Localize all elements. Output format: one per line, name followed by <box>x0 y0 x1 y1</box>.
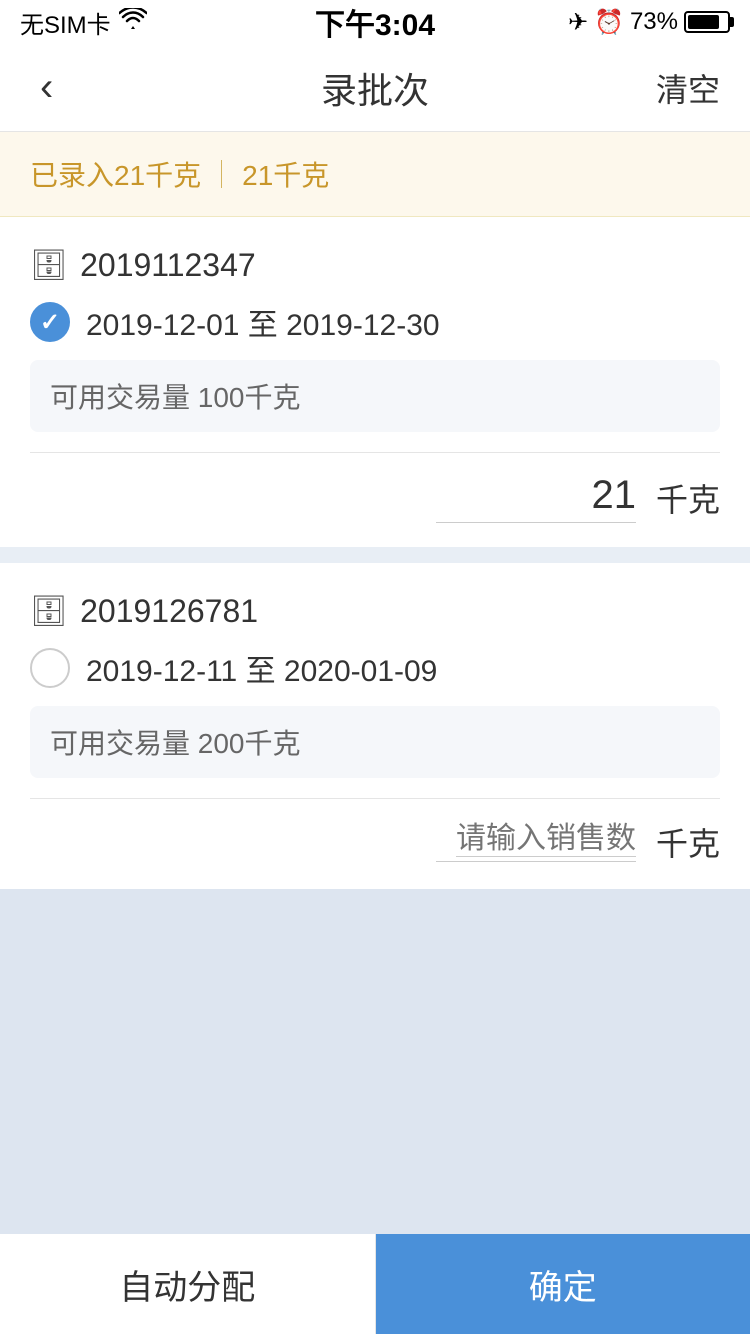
batch-1-date: 2019-12-01 至 2019-12-30 <box>86 300 440 344</box>
batch-1-input-wrapper <box>436 473 636 523</box>
location-icon: ✈ <box>568 8 588 37</box>
recorded-label: 已录入21千克 <box>30 154 201 194</box>
batch-2-id: 2019126781 <box>80 593 258 630</box>
batch-2-unit: 千克 <box>656 819 720 865</box>
batch-1-amount-row: 千克 <box>30 452 720 547</box>
batch-1-icon: 🗄 <box>30 248 68 283</box>
status-bar-left: 无SIM卡 <box>20 5 147 40</box>
bottom-bar: 自动分配 确定 <box>0 1234 750 1334</box>
batch-1-available: 可用交易量 100千克 <box>30 360 720 432</box>
batch-1-date-row: 2019-12-01 至 2019-12-30 <box>30 300 720 344</box>
batch-2-item: 🗄 2019126781 2019-12-11 至 2020-01-09 可用交… <box>0 563 750 889</box>
batch-1-item: 🗄 2019112347 2019-12-01 至 2019-12-30 可用交… <box>0 217 750 547</box>
batch-1-radio[interactable] <box>30 302 70 342</box>
status-bar-time: 下午3:04 <box>315 0 435 44</box>
main-content: 已录入21千克 21千克 🗄 2019112347 2019-12-01 至 2… <box>0 132 750 1269</box>
batch-2-date: 2019-12-11 至 2020-01-09 <box>86 646 437 690</box>
recorded-value: 21千克 <box>242 154 329 194</box>
status-bar-right: ✈ ⏰ 73% <box>568 8 730 37</box>
batch-2-amount-input[interactable] <box>456 822 636 857</box>
batch-1-id: 2019112347 <box>80 247 256 284</box>
batch-2-header: 🗄 2019126781 <box>30 593 720 630</box>
back-button[interactable]: ‹ <box>30 55 63 120</box>
gray-area <box>0 889 750 1269</box>
wifi-icon <box>119 8 147 37</box>
batch-2-radio[interactable] <box>30 648 70 688</box>
auto-distribute-button[interactable]: 自动分配 <box>0 1234 376 1334</box>
batch-2-available: 可用交易量 200千克 <box>30 706 720 778</box>
batch-2-date-row: 2019-12-11 至 2020-01-09 <box>30 646 720 690</box>
nav-bar: ‹ 录批次 清空 <box>0 44 750 132</box>
confirm-button[interactable]: 确定 <box>376 1234 750 1334</box>
battery-icon <box>684 11 730 33</box>
batch-2-icon: 🗄 <box>30 594 68 629</box>
batch-2-input-wrapper <box>436 822 636 862</box>
batch-1-unit: 千克 <box>656 475 720 521</box>
carrier-text: 无SIM卡 <box>20 5 111 40</box>
section-divider <box>0 547 750 563</box>
page-title: 录批次 <box>321 62 429 114</box>
banner-divider <box>221 160 222 188</box>
status-bar: 无SIM卡 下午3:04 ✈ ⏰ 73% <box>0 0 750 44</box>
info-banner: 已录入21千克 21千克 <box>0 132 750 217</box>
batch-1-amount-input[interactable] <box>516 473 636 518</box>
clear-button[interactable]: 清空 <box>656 65 720 111</box>
battery-percent: 73% <box>630 8 678 36</box>
alarm-icon: ⏰ <box>594 8 624 37</box>
batch-1-section: 🗄 2019112347 2019-12-01 至 2019-12-30 可用交… <box>0 217 750 547</box>
batch-2-section: 🗄 2019126781 2019-12-11 至 2020-01-09 可用交… <box>0 563 750 889</box>
batch-2-input-row: 千克 <box>30 798 720 889</box>
batch-1-header: 🗄 2019112347 <box>30 247 720 284</box>
